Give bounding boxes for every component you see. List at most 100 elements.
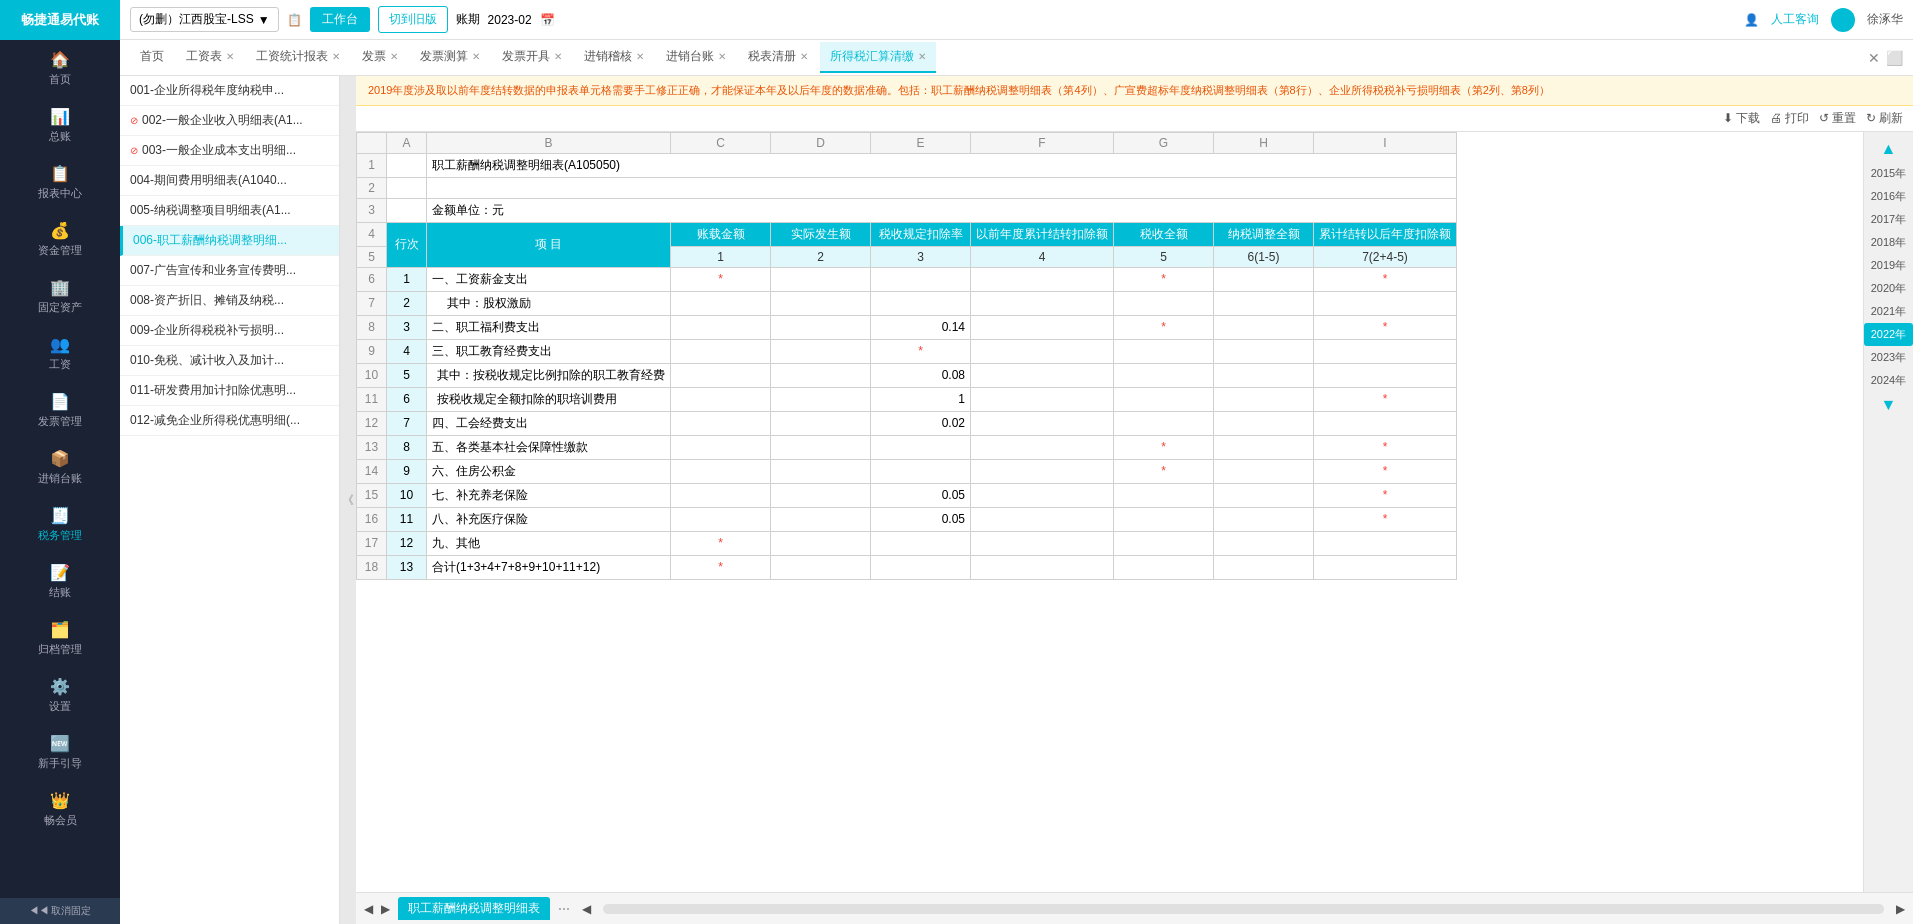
tab-maximize-btn[interactable]: ⬜: [1886, 50, 1903, 66]
year-down-btn[interactable]: ▼: [1877, 392, 1901, 418]
tab-ledger[interactable]: 进销台账 ✕: [656, 42, 736, 73]
tab-invoice[interactable]: 发票 ✕: [352, 42, 408, 73]
left-item-007-label: 007-广告宣传和业务宣传费明...: [130, 262, 296, 279]
sheet-tab[interactable]: 职工薪酬纳税调整明细表: [398, 897, 550, 920]
year-2015[interactable]: 2015年: [1864, 162, 1913, 185]
sidebar-item-payroll[interactable]: 👥 工资: [0, 325, 120, 382]
tab-payroll-report[interactable]: 工资统计报表 ✕: [246, 42, 350, 73]
tab-tax-book[interactable]: 税表清册 ✕: [738, 42, 818, 73]
reset-button[interactable]: ↺ 重置: [1819, 110, 1856, 127]
year-2020[interactable]: 2020年: [1864, 277, 1913, 300]
sidebar-item-assets[interactable]: 🏢 固定资产: [0, 268, 120, 325]
year-2019[interactable]: 2019年: [1864, 254, 1913, 277]
tab-invoice-open-close[interactable]: ✕: [554, 51, 562, 62]
left-item-009-label: 009-企业所得税税补亏损明...: [130, 322, 284, 339]
next-sheet-btn[interactable]: ▶: [381, 902, 390, 916]
tax-icon: 🧾: [50, 506, 70, 525]
sidebar-item-sales[interactable]: 📦 进销台账: [0, 439, 120, 496]
sidebar-item-report[interactable]: 📋 报表中心: [0, 154, 120, 211]
tab-invoice-open[interactable]: 发票开具 ✕: [492, 42, 572, 73]
left-item-006[interactable]: 006-职工薪酬纳税调整明细...: [120, 226, 339, 256]
left-item-002[interactable]: ⊘ 002-一般企业收入明细表(A1...: [120, 106, 339, 136]
row-2-a: [387, 177, 427, 198]
table-row: 9 4 三、职工教育经费支出 *: [357, 339, 1457, 363]
header-c1: 账载金额: [671, 222, 771, 246]
tab-tax-book-close[interactable]: ✕: [800, 51, 808, 62]
year-2017[interactable]: 2017年: [1864, 208, 1913, 231]
left-item-009[interactable]: 009-企业所得税税补亏损明...: [120, 316, 339, 346]
col-h: H: [1214, 132, 1314, 153]
left-item-003[interactable]: ⊘ 003-一般企业成本支出明细...: [120, 136, 339, 166]
table-area: A B C D E F G H I: [356, 132, 1863, 893]
tab-audit-label: 进销稽核: [584, 48, 632, 65]
switch-version-button[interactable]: 切到旧版: [378, 6, 448, 33]
tab-audit[interactable]: 进销稽核 ✕: [574, 42, 654, 73]
col-num-4: 4: [971, 246, 1114, 267]
left-item-010-label: 010-免税、减计收入及加计...: [130, 352, 284, 369]
sidebar-item-ledger[interactable]: 📊 总账: [0, 97, 120, 154]
year-2022[interactable]: 2022年: [1864, 323, 1913, 346]
left-item-010[interactable]: 010-免税、减计收入及加计...: [120, 346, 339, 376]
left-item-001[interactable]: 001-企业所得税年度纳税申...: [120, 76, 339, 106]
sidebar-item-archive[interactable]: 🗂️ 归档管理: [0, 610, 120, 667]
left-item-004[interactable]: 004-期间费用明细表(A1040...: [120, 166, 339, 196]
tab-home-label: 首页: [140, 48, 164, 65]
refresh-icon: ↻: [1866, 111, 1876, 125]
row-3-num: 3: [357, 198, 387, 222]
year-2016[interactable]: 2016年: [1864, 185, 1913, 208]
tab-income-tax[interactable]: 所得税汇算清缴 ✕: [820, 42, 936, 73]
collapse-toggle[interactable]: 《: [340, 76, 356, 924]
tab-invoice-close[interactable]: ✕: [390, 51, 398, 62]
tab-audit-close[interactable]: ✕: [636, 51, 644, 62]
tab-payroll-close[interactable]: ✕: [226, 51, 234, 62]
left-item-011[interactable]: 011-研发费用加计扣除优惠明...: [120, 376, 339, 406]
support-label[interactable]: 人工客询: [1771, 11, 1819, 28]
sidebar-item-tax[interactable]: 🧾 税务管理: [0, 496, 120, 553]
print-button[interactable]: 🖨 打印: [1770, 110, 1809, 127]
sidebar-item-home[interactable]: 🏠 首页: [0, 40, 120, 97]
sidebar-label-ledger: 总账: [49, 129, 71, 144]
sidebar-item-close[interactable]: 📝 结账: [0, 553, 120, 610]
refresh-button[interactable]: ↻ 刷新: [1866, 110, 1903, 127]
scroll-left-btn[interactable]: ◀: [582, 902, 591, 916]
tab-payroll-report-close[interactable]: ✕: [332, 51, 340, 62]
tab-payroll[interactable]: 工资表 ✕: [176, 42, 244, 73]
sidebar-item-guide[interactable]: 🆕 新手引导: [0, 724, 120, 781]
tab-home[interactable]: 首页: [130, 42, 174, 73]
scroll-right-btn[interactable]: ▶: [1896, 902, 1905, 916]
workspace-button[interactable]: 工作台: [310, 7, 370, 32]
prev-sheet-btn[interactable]: ◀: [364, 902, 373, 916]
tab-ledger-label: 进销台账: [666, 48, 714, 65]
sidebar-item-finance[interactable]: 💰 资金管理: [0, 211, 120, 268]
left-item-005-label: 005-纳税调整项目明细表(A1...: [130, 202, 291, 219]
invoice-icon: 📄: [50, 392, 70, 411]
tab-invoice-calc[interactable]: 发票测算 ✕: [410, 42, 490, 73]
row-4-num: 4: [357, 222, 387, 246]
year-2023[interactable]: 2023年: [1864, 346, 1913, 369]
table-row: 16 11 八、补充医疗保险 0.05 *: [357, 507, 1457, 531]
year-2021[interactable]: 2021年: [1864, 300, 1913, 323]
avatar: [1831, 8, 1855, 32]
left-item-003-label: 003-一般企业成本支出明细...: [142, 142, 296, 159]
tab-close-all-btn[interactable]: ✕: [1868, 50, 1880, 66]
horizontal-scrollbar[interactable]: [603, 904, 1884, 914]
sidebar-item-settings[interactable]: ⚙️ 设置: [0, 667, 120, 724]
download-button[interactable]: ⬇ 下载: [1723, 110, 1760, 127]
year-2018[interactable]: 2018年: [1864, 231, 1913, 254]
tab-income-tax-close[interactable]: ✕: [918, 51, 926, 62]
left-item-008-label: 008-资产折旧、摊销及纳税...: [130, 292, 284, 309]
sidebar-item-invoice[interactable]: 📄 发票管理: [0, 382, 120, 439]
tab-ledger-close[interactable]: ✕: [718, 51, 726, 62]
left-item-008[interactable]: 008-资产折旧、摊销及纳税...: [120, 286, 339, 316]
cancel-fixed-btn[interactable]: ◀◀ 取消固定: [0, 898, 120, 924]
year-up-btn[interactable]: ▲: [1877, 136, 1901, 162]
left-item-007[interactable]: 007-广告宣传和业务宣传费明...: [120, 256, 339, 286]
company-selector[interactable]: (勿删）江西股宝-LSS ▼: [130, 7, 279, 32]
finance-icon: 💰: [50, 221, 70, 240]
calendar-icon[interactable]: 📅: [540, 13, 555, 27]
left-item-012[interactable]: 012-减免企业所得税优惠明细(...: [120, 406, 339, 436]
tab-invoice-calc-close[interactable]: ✕: [472, 51, 480, 62]
year-2024[interactable]: 2024年: [1864, 369, 1913, 392]
sidebar-item-member[interactable]: 👑 畅会员: [0, 781, 120, 838]
left-item-005[interactable]: 005-纳税调整项目明细表(A1...: [120, 196, 339, 226]
